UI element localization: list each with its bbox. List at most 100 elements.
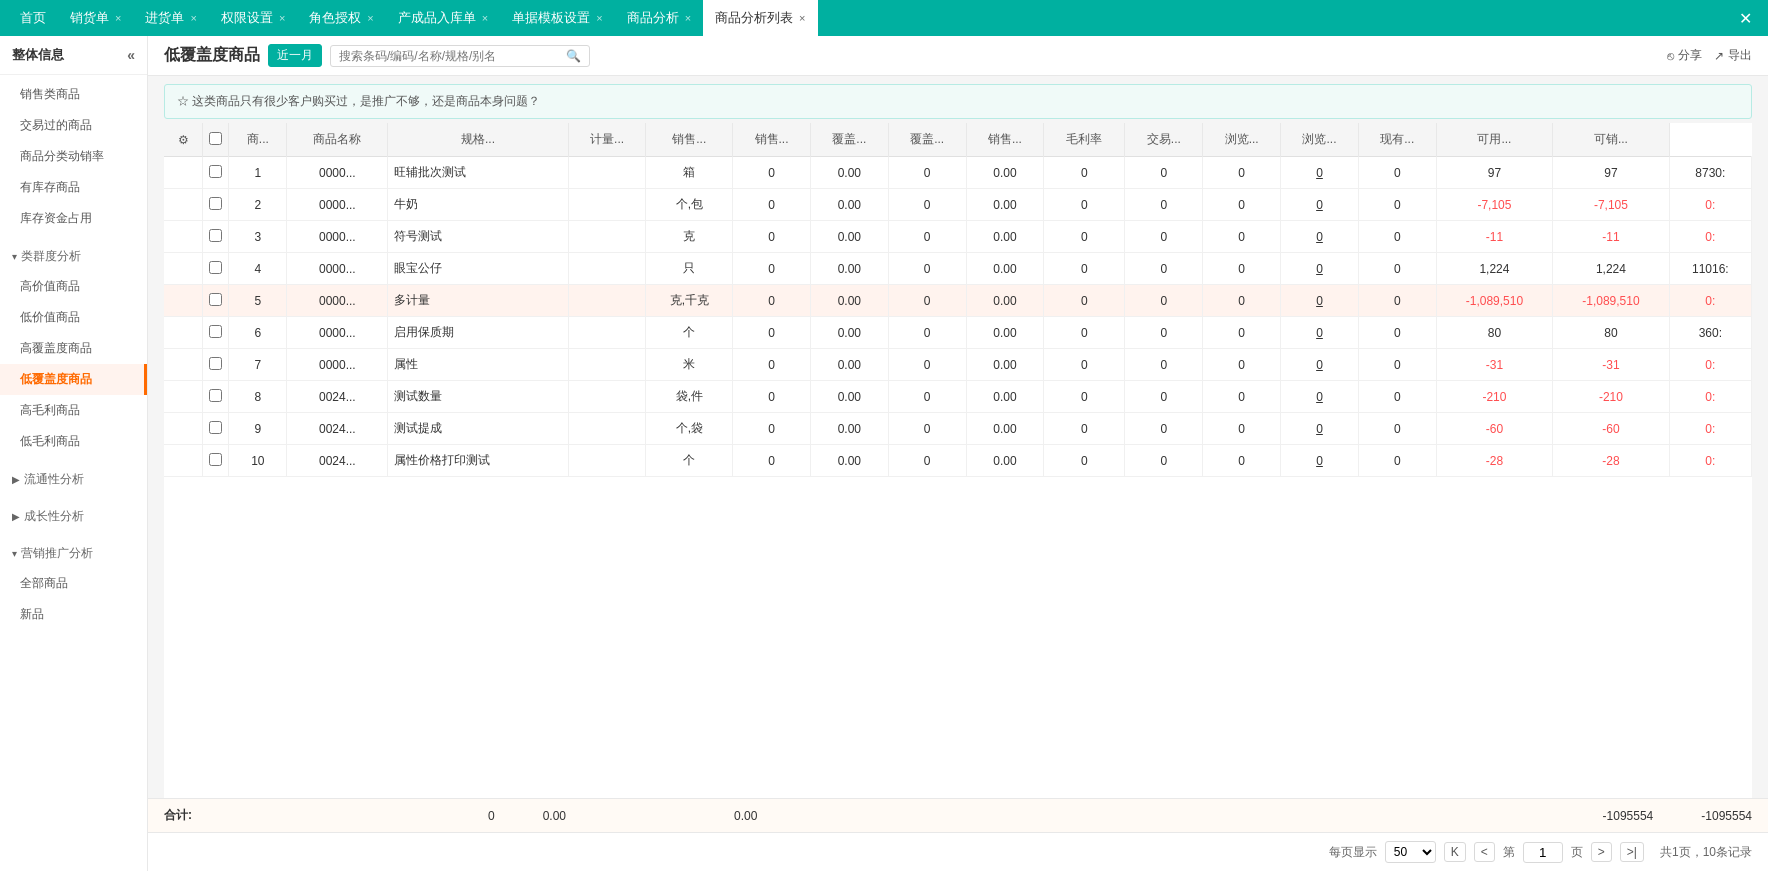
row-spec [568, 285, 646, 317]
sidebar-group-marketing-header[interactable]: ▾ 营销推广分析 [0, 539, 147, 568]
row-sales-amount: 0.00 [810, 381, 888, 413]
row-browse1[interactable]: 0 [1281, 253, 1359, 285]
first-page-btn[interactable]: K [1444, 842, 1466, 862]
sidebar-item-category-rate[interactable]: 商品分类动销率 [0, 141, 147, 172]
row-code: 0000... [287, 349, 388, 381]
row-browse1[interactable]: 0 [1281, 189, 1359, 221]
row-browse1[interactable]: 0 [1281, 349, 1359, 381]
sidebar-item-new-products[interactable]: 新品 [0, 599, 147, 630]
row-no: 9 [229, 413, 287, 445]
nav-permissions-close[interactable]: × [279, 12, 285, 24]
row-checkbox[interactable] [203, 445, 229, 477]
row-checkbox[interactable] [203, 285, 229, 317]
row-checkbox[interactable] [203, 349, 229, 381]
sidebar-group-liquidity-header[interactable]: ▶ 流通性分析 [0, 465, 147, 494]
row-sellable: 11016: [1669, 253, 1751, 285]
page-number-input[interactable] [1523, 842, 1563, 863]
row-current-stock: -31 [1436, 349, 1552, 381]
sidebar-group-growth-header[interactable]: ▶ 成长性分析 [0, 502, 147, 531]
row-code: 0024... [287, 413, 388, 445]
nav-goods-analysis[interactable]: 商品分析 × [615, 0, 703, 36]
row-settings [164, 157, 203, 189]
nav-product-entry[interactable]: 产成品入库单 × [386, 0, 500, 36]
settings-icon[interactable]: ⚙ [178, 133, 189, 147]
row-sales-days: 0 [1044, 349, 1125, 381]
row-checkbox[interactable] [203, 157, 229, 189]
row-checkbox[interactable] [203, 381, 229, 413]
prev-page-btn[interactable]: < [1474, 842, 1495, 862]
row-checkbox[interactable] [203, 317, 229, 349]
last-page-btn[interactable]: >| [1620, 842, 1644, 862]
row-browse2: 0 [1358, 317, 1436, 349]
row-gross-margin: 0 [1125, 157, 1203, 189]
sidebar-item-stocked[interactable]: 有库存商品 [0, 172, 147, 203]
row-cover-count: 0 [888, 253, 966, 285]
nav-role-close[interactable]: × [367, 12, 373, 24]
row-checkbox[interactable] [203, 253, 229, 285]
sidebar-item-low-value[interactable]: 低价值商品 [0, 302, 147, 333]
search-input[interactable] [339, 49, 562, 63]
nav-template-close[interactable]: × [596, 12, 602, 24]
sidebar-item-high-coverage[interactable]: 高覆盖度商品 [0, 333, 147, 364]
sidebar-item-traded-products[interactable]: 交易过的商品 [0, 110, 147, 141]
col-settings[interactable]: ⚙ [164, 123, 203, 157]
col-sellable: 可销... [1553, 123, 1669, 157]
share-button[interactable]: ⎋ 分享 [1667, 47, 1702, 64]
sidebar-item-high-value[interactable]: 高价值商品 [0, 271, 147, 302]
close-all-tabs[interactable]: ✕ [1731, 9, 1760, 28]
sidebar-item-low-margin[interactable]: 低毛利商品 [0, 426, 147, 457]
nav-permissions[interactable]: 权限设置 × [209, 0, 297, 36]
next-page-btn[interactable]: > [1591, 842, 1612, 862]
data-table-container[interactable]: ⚙ 商... 商品名称 规格... 计量... 销售... 销售... 覆盖..… [164, 123, 1752, 798]
row-browse1[interactable]: 0 [1281, 157, 1359, 189]
nav-sales-order-close[interactable]: × [115, 12, 121, 24]
row-no: 1 [229, 157, 287, 189]
row-browse1[interactable]: 0 [1281, 445, 1359, 477]
nav-purchase-close[interactable]: × [190, 12, 196, 24]
row-cover-rate: 0.00 [966, 221, 1044, 253]
sidebar-collapse-btn[interactable]: « [127, 47, 135, 63]
row-browse1[interactable]: 0 [1281, 285, 1359, 317]
footer-sales-amount: 0.00 [543, 809, 566, 823]
nav-sales-order[interactable]: 销货单 × [58, 0, 133, 36]
table-row: 2 0000... 牛奶 个,包 0 0.00 0 0.00 0 0 0 0 0… [164, 189, 1752, 221]
row-transaction: 0 [1203, 253, 1281, 285]
export-button[interactable]: ↗ 导出 [1714, 47, 1752, 64]
row-name: 测试数量 [388, 381, 568, 413]
sidebar-group-liquidity: ▶ 流通性分析 [0, 461, 147, 498]
select-all-checkbox[interactable] [209, 132, 222, 145]
row-sales-days: 0 [1044, 445, 1125, 477]
row-sales-qty: 0 [733, 381, 811, 413]
nav-role-auth[interactable]: 角色授权 × [297, 0, 385, 36]
row-current-stock: -11 [1436, 221, 1552, 253]
sidebar-item-high-margin[interactable]: 高毛利商品 [0, 395, 147, 426]
nav-template-settings[interactable]: 单据模板设置 × [500, 0, 614, 36]
nav-purchase-order[interactable]: 进货单 × [133, 0, 208, 36]
row-unit: 个 [646, 445, 733, 477]
sidebar-item-all-products[interactable]: 全部商品 [0, 568, 147, 599]
row-browse1[interactable]: 0 [1281, 221, 1359, 253]
row-available: 80 [1553, 317, 1669, 349]
sidebar-group-category-header[interactable]: ▾ 类群度分析 [0, 242, 147, 271]
sidebar-item-sales-products[interactable]: 销售类商品 [0, 79, 147, 110]
row-browse1[interactable]: 0 [1281, 317, 1359, 349]
nav-home[interactable]: 首页 [8, 0, 58, 36]
row-checkbox[interactable] [203, 221, 229, 253]
filter-recent-month[interactable]: 近一月 [268, 44, 322, 67]
row-checkbox[interactable] [203, 413, 229, 445]
row-current-stock: -7,105 [1436, 189, 1552, 221]
nav-product-close[interactable]: × [482, 12, 488, 24]
sidebar-item-low-coverage[interactable]: 低覆盖度商品 [0, 364, 147, 395]
table-row: 7 0000... 属性 米 0 0.00 0 0.00 0 0 0 0 0 -… [164, 349, 1752, 381]
row-code: 0024... [287, 445, 388, 477]
row-browse1[interactable]: 0 [1281, 381, 1359, 413]
row-sales-days: 0 [1044, 317, 1125, 349]
row-gross-margin: 0 [1125, 413, 1203, 445]
sidebar-item-stock-capital[interactable]: 库存资金占用 [0, 203, 147, 234]
per-page-select[interactable]: 50 100 200 [1385, 841, 1436, 863]
row-browse1[interactable]: 0 [1281, 413, 1359, 445]
nav-goods-analysis-close[interactable]: × [685, 12, 691, 24]
nav-goods-analysis-list[interactable]: 商品分析列表 × [703, 0, 817, 36]
row-checkbox[interactable] [203, 189, 229, 221]
nav-goods-list-close[interactable]: × [799, 12, 805, 24]
